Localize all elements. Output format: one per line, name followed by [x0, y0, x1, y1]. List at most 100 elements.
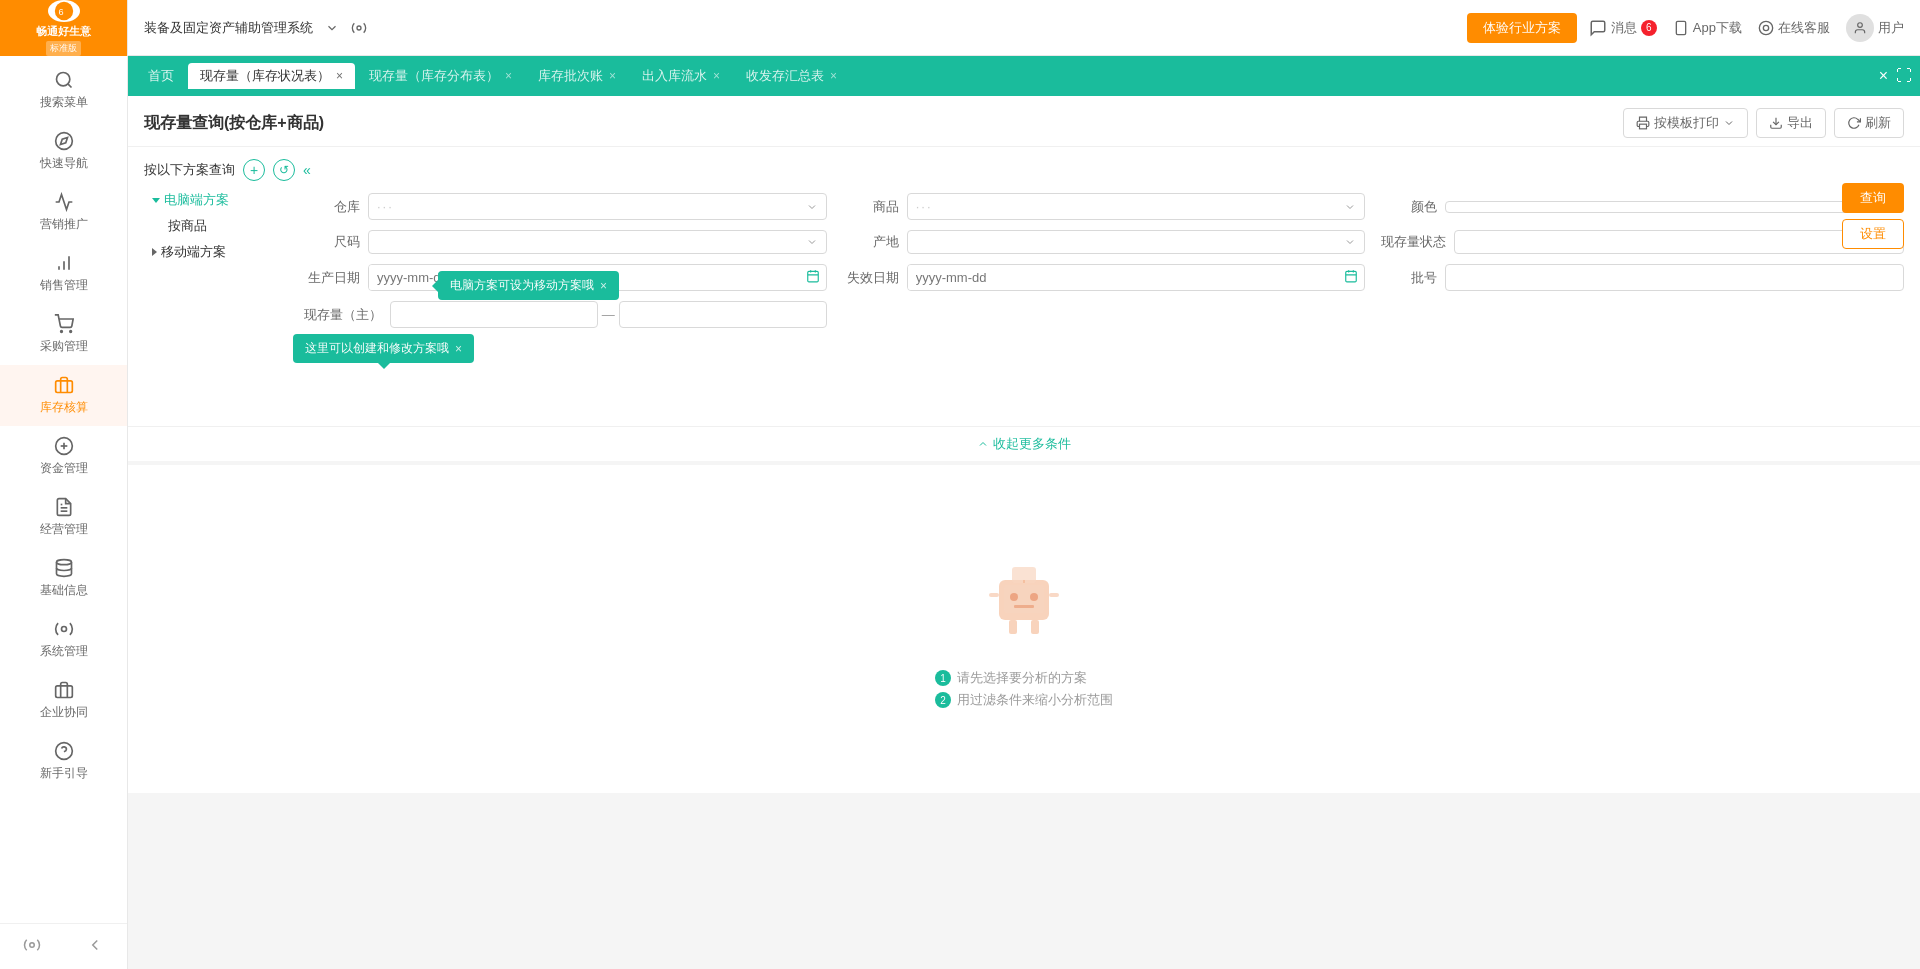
- tab-close-batch[interactable]: ×: [609, 69, 616, 83]
- user-label: 用户: [1878, 19, 1904, 37]
- settings-gear-icon[interactable]: [351, 20, 367, 36]
- sidebar-item-newbie[interactable]: 新手引导: [0, 731, 127, 792]
- sidebar-item-sales[interactable]: 销售管理: [0, 243, 127, 304]
- sidebar-nav: 搜索菜单 快速导航 营销推广 销售管理 采购管理 库存核算 资金: [0, 56, 127, 923]
- tab-close-inventory-dist[interactable]: ×: [505, 69, 512, 83]
- collapse-bar[interactable]: 收起更多条件: [128, 426, 1920, 461]
- expiry-date-input[interactable]: [908, 265, 1339, 290]
- sidebar-item-inventory[interactable]: 库存核算: [0, 365, 127, 426]
- svg-point-17: [56, 560, 71, 565]
- goods-dots: ···: [916, 199, 933, 214]
- tooltip-close-1[interactable]: ×: [600, 279, 607, 293]
- filter-refresh-btn[interactable]: ↺: [273, 159, 295, 181]
- sidebar-item-basic[interactable]: 基础信息: [0, 548, 127, 609]
- sidebar-item-quicknav[interactable]: 快速导航: [0, 121, 127, 182]
- tab-batch[interactable]: 库存批次账 ×: [526, 63, 628, 89]
- sidebar-item-search[interactable]: 搜索菜单: [0, 60, 127, 121]
- svg-rect-46: [989, 593, 999, 597]
- filter-goods: 商品 ···: [843, 193, 1366, 220]
- svg-rect-19: [55, 686, 72, 698]
- goods-select[interactable]: ···: [907, 193, 1366, 220]
- svg-point-10: [69, 331, 71, 333]
- warehouse-label: 仓库: [304, 198, 360, 216]
- refresh-icon: [1847, 116, 1861, 130]
- system-name: 装备及固定资产辅助管理系统: [144, 19, 313, 37]
- settings-icon[interactable]: [23, 936, 41, 957]
- filter-grid: 仓库 ··· 商品 ··· 颜色: [304, 193, 1904, 328]
- sidebar-item-purchase[interactable]: 采购管理: [0, 304, 127, 365]
- expiry-date-wrap[interactable]: [907, 264, 1366, 291]
- set-btn[interactable]: 设置: [1842, 219, 1904, 249]
- color-select[interactable]: [1445, 201, 1904, 213]
- online-support-action[interactable]: 在线客服: [1758, 19, 1830, 37]
- warehouse-dots: ···: [377, 199, 394, 214]
- inv-status-select[interactable]: [1454, 230, 1904, 254]
- svg-rect-40: [1004, 585, 1044, 613]
- tooltip-bubble-2: 这里可以创建和修改方案哦 ×: [293, 334, 474, 363]
- filter-color: 颜色: [1381, 193, 1904, 220]
- filter-stock-main: 现存量（主） —: [304, 301, 827, 328]
- tab-fullscreen-icon[interactable]: ⛶: [1896, 67, 1912, 85]
- sidebar-item-finance[interactable]: 资金管理: [0, 426, 127, 487]
- size-select[interactable]: [368, 230, 827, 254]
- stock-max-input[interactable]: [619, 301, 827, 328]
- page-title: 现存量查询(按仓库+商品): [144, 113, 324, 134]
- stock-min-input[interactable]: [390, 301, 598, 328]
- warehouse-select[interactable]: ···: [368, 193, 827, 220]
- range-dash: —: [602, 307, 615, 322]
- message-action[interactable]: 消息 6: [1589, 19, 1657, 37]
- sidebar-item-marketing[interactable]: 营销推广: [0, 182, 127, 243]
- svg-rect-29: [1640, 124, 1647, 129]
- export-btn[interactable]: 导出: [1756, 108, 1826, 138]
- template-print-label: 按模板打印: [1654, 114, 1719, 132]
- main-content: 装备及固定资产辅助管理系统 体验行业方案 消息 6 App下载 在线客服: [128, 0, 1920, 969]
- tooltip-close-2[interactable]: ×: [455, 342, 462, 356]
- industry-btn[interactable]: 体验行业方案: [1467, 13, 1577, 43]
- filter-back-btn[interactable]: «: [303, 162, 311, 178]
- export-label: 导出: [1787, 114, 1813, 132]
- svg-line-3: [67, 84, 71, 88]
- sidebar-item-operation[interactable]: 经营管理: [0, 487, 127, 548]
- tab-home[interactable]: 首页: [136, 63, 186, 89]
- collapse-label: 收起更多条件: [993, 435, 1071, 453]
- search-btn[interactable]: 查询: [1842, 183, 1904, 213]
- sidebar-item-label: 企业协同: [40, 704, 88, 721]
- filter-inv-status: 现存量状态: [1381, 230, 1904, 254]
- svg-rect-43: [1014, 605, 1034, 608]
- sidebar-item-enterprise[interactable]: 企业协同: [0, 670, 127, 731]
- app-download-action[interactable]: App下载: [1673, 19, 1742, 37]
- filter-expiry-date: 失效日期: [843, 264, 1366, 291]
- goods-label: 商品: [843, 198, 899, 216]
- tab-close-inventory-status[interactable]: ×: [336, 69, 343, 83]
- color-label: 颜色: [1381, 198, 1437, 216]
- sidebar-item-label: 销售管理: [40, 277, 88, 294]
- scheme-mobile[interactable]: 移动端方案: [144, 239, 289, 265]
- tab-inventory-status[interactable]: 现存量（库存状况表） ×: [188, 63, 355, 89]
- tab-close-collect[interactable]: ×: [830, 69, 837, 83]
- calendar-icon-1[interactable]: [800, 269, 826, 286]
- template-print-btn[interactable]: 按模板打印: [1623, 108, 1748, 138]
- tab-inventory-dist[interactable]: 现存量（库存分布表） ×: [357, 63, 524, 89]
- page-actions: 按模板打印 导出 刷新: [1623, 108, 1904, 138]
- scheme-desktop[interactable]: 电脑端方案: [144, 187, 289, 213]
- user-action[interactable]: 用户: [1846, 14, 1904, 42]
- batch-input[interactable]: [1445, 264, 1904, 291]
- tab-close-inout-flow[interactable]: ×: [713, 69, 720, 83]
- calendar-icon-2[interactable]: [1338, 269, 1364, 286]
- tab-collect[interactable]: 收发存汇总表 ×: [734, 63, 849, 89]
- dropdown-icon[interactable]: [325, 21, 339, 35]
- collapse-icon[interactable]: [86, 936, 104, 957]
- origin-select[interactable]: [907, 230, 1366, 254]
- page-header: 现存量查询(按仓库+商品) 按模板打印 导出 刷新: [128, 96, 1920, 146]
- filter-origin: 产地: [843, 230, 1366, 254]
- svg-point-23: [357, 26, 361, 30]
- tab-close-all-icon[interactable]: ×: [1879, 67, 1888, 85]
- sidebar-item-system[interactable]: 系统管理: [0, 609, 127, 670]
- scheme-desktop-child[interactable]: 按商品: [144, 213, 289, 239]
- refresh-btn[interactable]: 刷新: [1834, 108, 1904, 138]
- sidebar-item-label: 搜索菜单: [40, 94, 88, 111]
- tab-inout-flow[interactable]: 出入库流水 ×: [630, 63, 732, 89]
- empty-tip-1: 1 请先选择要分析的方案: [935, 669, 1113, 687]
- filter-add-btn[interactable]: +: [243, 159, 265, 181]
- tooltip-text-2: 这里可以创建和修改方案哦: [305, 340, 449, 357]
